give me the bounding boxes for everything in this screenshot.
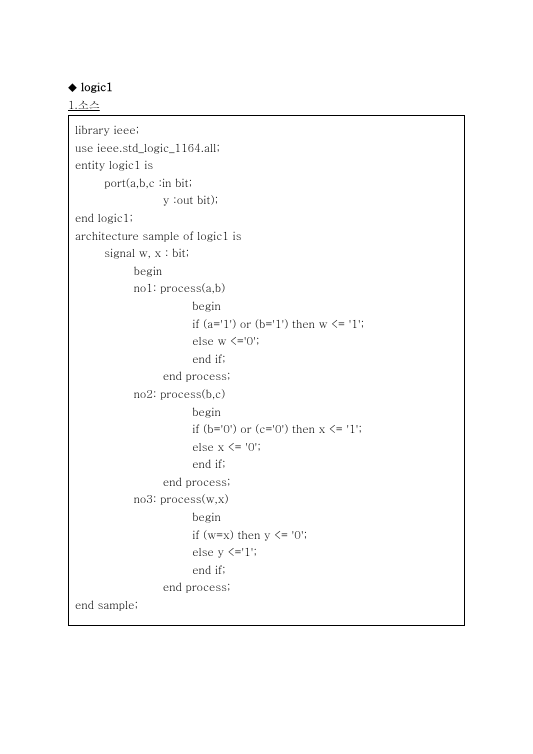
code-line: signal w, x : bit;: [75, 245, 458, 263]
code-line: if (a='1') or (b='1') then w <= '1';: [75, 316, 458, 334]
code-line: no1: process(a,b): [75, 280, 458, 298]
code-line: begin: [75, 263, 458, 281]
code-line: begin: [75, 509, 458, 527]
code-line: end process;: [75, 474, 458, 492]
code-line: else x <= '0';: [75, 439, 458, 457]
code-line: end process;: [75, 579, 458, 597]
code-line: architecture sample of logic1 is: [75, 228, 458, 246]
code-line: begin: [75, 298, 458, 316]
code-line: begin: [75, 404, 458, 422]
code-line: else y <='1';: [75, 544, 458, 562]
code-line: library ieee;: [75, 122, 458, 140]
code-line: no2: process(b,c): [75, 386, 458, 404]
code-line: end process;: [75, 368, 458, 386]
code-line: else w <='0';: [75, 333, 458, 351]
code-line: entity logic1 is: [75, 157, 458, 175]
code-line: y :out bit);: [75, 192, 458, 210]
code-line: if (w=x) then y <= '0';: [75, 527, 458, 545]
code-line: if (b='0') or (c='0') then x <= '1';: [75, 421, 458, 439]
code-line: end if;: [75, 351, 458, 369]
diamond-bullet: ◆: [68, 81, 77, 94]
code-line: end if;: [75, 562, 458, 580]
section-subtitle: 1.소스: [68, 98, 465, 113]
code-line: end sample;: [75, 597, 458, 615]
code-line: port(a,b,c :in bit;: [75, 175, 458, 193]
code-line: use ieee.std_logic_1164.all;: [75, 140, 458, 158]
code-line: no3: process(w,x): [75, 491, 458, 509]
code-container: library ieee; use ieee.std_logic_1164.al…: [68, 115, 465, 626]
title-text: logic1: [81, 80, 113, 95]
code-line: end logic1;: [75, 210, 458, 228]
code-line: end if;: [75, 456, 458, 474]
document-title: ◆ logic1: [68, 80, 465, 95]
